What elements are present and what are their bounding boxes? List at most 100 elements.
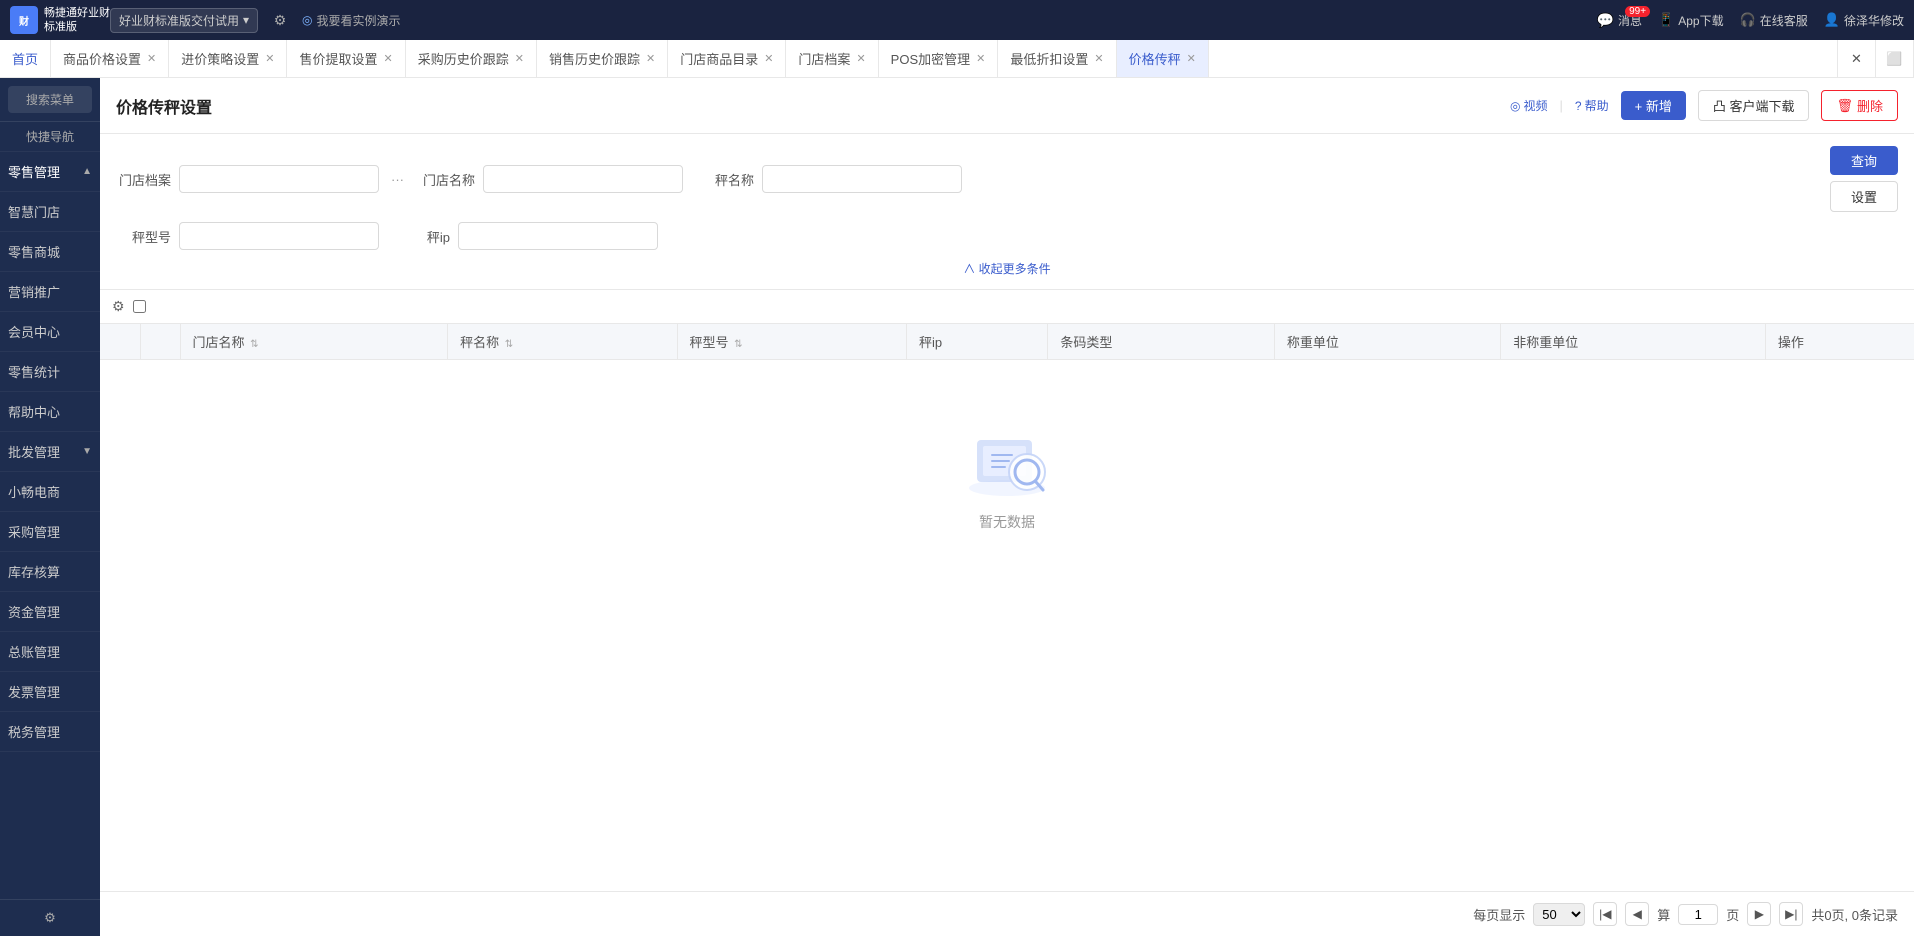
scale-name-filter: 秤名称 <box>699 165 962 193</box>
close-sale-history-icon[interactable]: ✕ <box>646 52 655 65</box>
close-store-file-icon[interactable]: ✕ <box>856 52 865 65</box>
total-info: 共0页, 0条记录 <box>1811 905 1898 924</box>
sidebar-item-invoice-mgmt[interactable]: 发票管理 <box>0 672 100 712</box>
sidebar-item-tax-mgmt[interactable]: 税务管理 <box>0 712 100 752</box>
tab-close-button[interactable]: ✕ <box>1838 40 1876 78</box>
sidebar-item-xiaochang-ec[interactable]: 小畅电商 <box>0 472 100 512</box>
sidebar-item-smart-store[interactable]: 智慧门店 <box>0 192 100 232</box>
tab-sale-extract[interactable]: 售价提取设置 ✕ <box>287 40 405 78</box>
close-sale-extract-icon[interactable]: ✕ <box>384 52 393 65</box>
query-button[interactable]: 查询 <box>1830 146 1898 175</box>
sidebar-item-retail-mgmt[interactable]: 零售管理 ▲ <box>0 152 100 192</box>
add-button[interactable]: + 新增 <box>1621 91 1686 120</box>
app-download-button[interactable]: 📱 App下载 <box>1658 12 1724 29</box>
tab-store-file[interactable]: 门店档案 ✕ <box>786 40 878 78</box>
tab-purchase-history[interactable]: 采购历史价跟踪 ✕ <box>406 40 537 78</box>
table-container: ⚙ 门店名称 ⇅ 秤名称 <box>100 290 1914 891</box>
per-page-select[interactable]: 50 10 20 100 <box>1533 903 1585 926</box>
sidebar-search: 搜索菜单 <box>0 78 100 122</box>
scale-model-input[interactable] <box>179 222 379 250</box>
table-scroll[interactable]: 门店名称 ⇅ 秤名称 ⇅ 秤型号 ⇅ <box>100 324 1914 891</box>
sidebar-item-general-ledger[interactable]: 总账管理 <box>0 632 100 672</box>
page-number-input[interactable] <box>1678 904 1718 925</box>
close-purchase-strategy-icon[interactable]: ✕ <box>265 52 274 65</box>
delete-icon: 🗑 <box>1836 98 1853 114</box>
th-scale-name[interactable]: 秤名称 ⇅ <box>448 324 677 360</box>
sidebar-item-inventory[interactable]: 库存核算 <box>0 552 100 592</box>
content-area: 价格传秤设置 ◎ 视频 | ? 帮助 + 新增 凸 客户端下载 🗑 删除 <box>100 78 1914 936</box>
empty-state: 暂无数据 <box>100 360 1914 592</box>
download-button[interactable]: 凸 客户端下载 <box>1698 90 1810 121</box>
video-link[interactable]: ◎ 视频 <box>1510 97 1548 114</box>
top-settings-button[interactable]: ⚙ <box>266 6 294 34</box>
quick-nav-button[interactable]: 快捷导航 <box>0 122 100 152</box>
message-badge: 99+ <box>1625 6 1650 17</box>
th-settings <box>100 324 140 360</box>
scale-name-input[interactable] <box>762 165 962 193</box>
tab-min-discount[interactable]: 最低折扣设置 ✕ <box>998 40 1116 78</box>
last-page-button[interactable]: ▶| <box>1779 902 1803 926</box>
table-settings-icon[interactable]: ⚙ <box>112 298 125 315</box>
sort-scale-name-icon: ⇅ <box>505 339 513 350</box>
store-file-input[interactable] <box>179 165 379 193</box>
sidebar: 搜索菜单 快捷导航 零售管理 ▲ 智慧门店 零售商城 营销推广 会员中心 零售统… <box>0 78 100 936</box>
close-goods-price-icon[interactable]: ✕ <box>147 52 156 65</box>
close-pos-manage-icon[interactable]: ✕ <box>976 52 985 65</box>
prev-page-button[interactable]: ◀ <box>1625 902 1649 926</box>
tab-bar-right: ✕ ⬜ <box>1837 40 1914 78</box>
top-right: 💬 消息 99+ 📱 App下载 🎧 在线客服 👤 徐泽华修改 <box>1597 12 1904 29</box>
set-button[interactable]: 设置 <box>1830 181 1898 212</box>
logo-text: 畅捷通好业财 标准版 <box>44 6 110 35</box>
close-min-discount-icon[interactable]: ✕ <box>1094 52 1103 65</box>
tab-pos-manage[interactable]: POS加密管理 ✕ <box>879 40 999 78</box>
store-name-input[interactable] <box>483 165 683 193</box>
store-file-dots[interactable]: ··· <box>391 172 404 187</box>
first-page-button[interactable]: |◀ <box>1593 902 1617 926</box>
sidebar-item-help-center[interactable]: 帮助中心 <box>0 392 100 432</box>
tab-price-scale[interactable]: 价格传秤 ✕ <box>1117 40 1209 78</box>
sidebar-item-wholesale-mgmt[interactable]: 批发管理 ▼ <box>0 432 100 472</box>
scale-ip-input[interactable] <box>458 222 658 250</box>
th-store-name[interactable]: 门店名称 ⇅ <box>180 324 448 360</box>
wholesale-mgmt-arrow-icon: ▼ <box>82 446 92 457</box>
top-bar: 财 畅捷通好业财 标准版 好业财标准版交付试用 ▾ ⚙ ◎ 我要看实例演示 💬 … <box>0 0 1914 40</box>
select-all-checkbox[interactable] <box>133 300 146 313</box>
close-purchase-history-icon[interactable]: ✕ <box>515 52 524 65</box>
collapse-button[interactable]: ∧ 收起更多条件 <box>963 260 1050 277</box>
search-menu-button[interactable]: 搜索菜单 <box>8 86 92 113</box>
sidebar-item-retail-stats[interactable]: 零售统计 <box>0 352 100 392</box>
sidebar-item-marketing[interactable]: 营销推广 <box>0 272 100 312</box>
tab-sale-history[interactable]: 销售历史价跟踪 ✕ <box>537 40 668 78</box>
sidebar-item-retail-mall[interactable]: 零售商城 <box>0 232 100 272</box>
data-table: 门店名称 ⇅ 秤名称 ⇅ 秤型号 ⇅ <box>100 324 1914 360</box>
close-price-scale-icon[interactable]: ✕ <box>1187 52 1196 65</box>
sidebar-settings-button[interactable]: ⚙ <box>0 899 100 936</box>
online-service-button[interactable]: 🎧 在线客服 <box>1740 12 1808 29</box>
tab-store-catalog[interactable]: 门店商品目录 ✕ <box>668 40 786 78</box>
sidebar-item-purchase-mgmt[interactable]: 采购管理 <box>0 512 100 552</box>
th-non-weight-unit: 非称重单位 <box>1501 324 1766 360</box>
filter-row-2: 秤型号 秤ip <box>116 222 1898 250</box>
tab-purchase-strategy[interactable]: 进价策略设置 ✕ <box>169 40 287 78</box>
sidebar-item-finance[interactable]: 资金管理 <box>0 592 100 632</box>
help-link[interactable]: ? 帮助 <box>1575 97 1609 114</box>
sort-store-name-icon: ⇅ <box>250 339 258 350</box>
sidebar-item-member-center[interactable]: 会员中心 <box>0 312 100 352</box>
th-barcode-type: 条码类型 <box>1048 324 1274 360</box>
tab-bar: 首页 商品价格设置 ✕ 进价策略设置 ✕ 售价提取设置 ✕ 采购历史价跟踪 ✕ … <box>0 40 1914 78</box>
tab-maximize-button[interactable]: ⬜ <box>1876 40 1914 78</box>
demo-button[interactable]: ◎ 我要看实例演示 <box>302 12 401 29</box>
page-header-right: ◎ 视频 | ? 帮助 + 新增 凸 客户端下载 🗑 删除 <box>1510 90 1898 121</box>
close-store-catalog-icon[interactable]: ✕ <box>764 52 773 65</box>
version-selector[interactable]: 好业财标准版交付试用 ▾ <box>110 8 258 33</box>
tab-goods-price[interactable]: 商品价格设置 ✕ <box>51 40 169 78</box>
user-avatar-button[interactable]: 👤 徐泽华修改 <box>1824 12 1904 29</box>
delete-button[interactable]: 🗑 删除 <box>1821 90 1898 121</box>
message-button[interactable]: 💬 消息 99+ <box>1597 12 1642 29</box>
th-scale-model[interactable]: 秤型号 ⇅ <box>677 324 906 360</box>
next-page-button[interactable]: ▶ <box>1747 902 1771 926</box>
page-header: 价格传秤设置 ◎ 视频 | ? 帮助 + 新增 凸 客户端下载 🗑 删除 <box>100 78 1914 134</box>
page-title: 价格传秤设置 <box>116 94 212 118</box>
scale-model-filter: 秤型号 <box>116 222 379 250</box>
tab-home[interactable]: 首页 <box>0 40 51 78</box>
